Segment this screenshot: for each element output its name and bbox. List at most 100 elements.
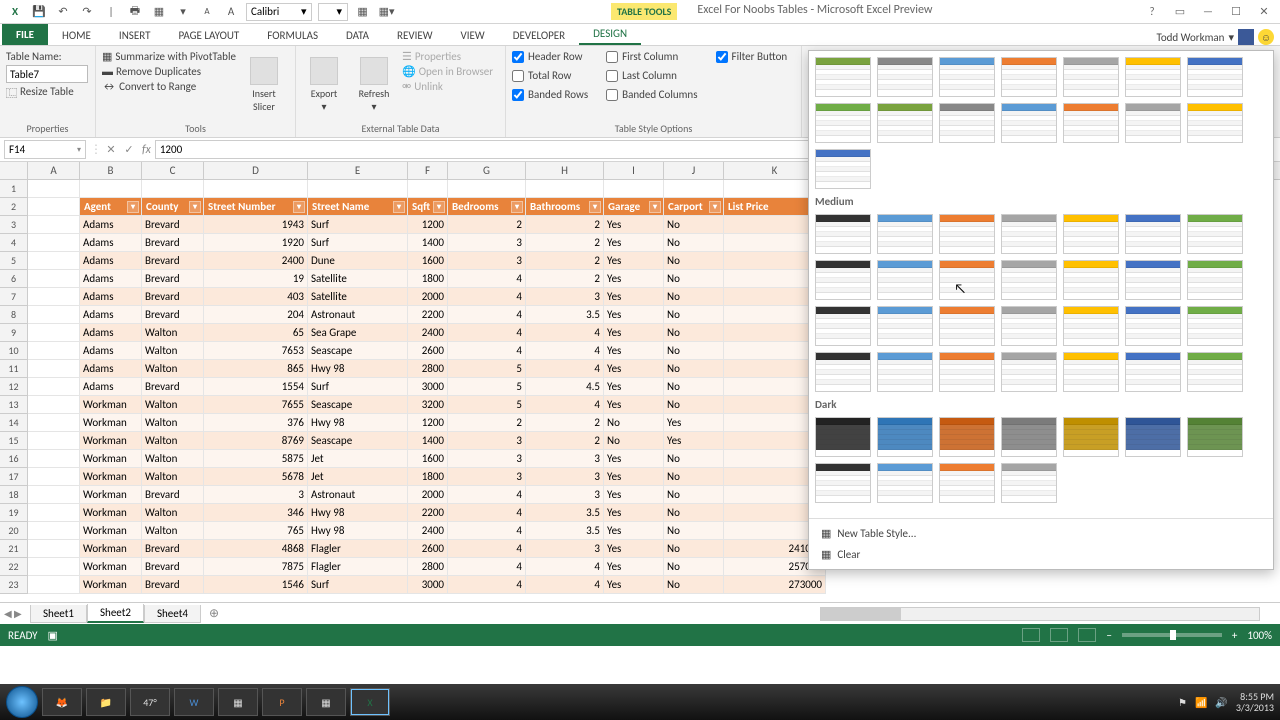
table-cell[interactable]: 3 bbox=[448, 252, 526, 270]
table-style-swatch[interactable] bbox=[1063, 260, 1119, 300]
col-header[interactable]: A bbox=[28, 162, 80, 179]
table-cell[interactable]: No bbox=[664, 486, 724, 504]
table-cell[interactable]: Yes bbox=[604, 396, 664, 414]
table-style-swatch[interactable] bbox=[815, 306, 871, 346]
table-style-swatch[interactable] bbox=[1001, 306, 1057, 346]
filter-dropdown-icon[interactable]: ▾ bbox=[293, 201, 305, 213]
font-increase-icon[interactable]: A bbox=[222, 3, 240, 21]
table-cell[interactable]: 7875 bbox=[204, 558, 308, 576]
undo-icon[interactable]: ↶ bbox=[54, 3, 72, 21]
table-style-swatch[interactable] bbox=[815, 260, 871, 300]
table-cell[interactable]: Yes bbox=[604, 486, 664, 504]
qat-btn-1[interactable]: ▦ bbox=[354, 3, 372, 21]
table-cell[interactable]: 765 bbox=[204, 522, 308, 540]
table-cell[interactable]: 4868 bbox=[204, 540, 308, 558]
filter-button-checkbox[interactable]: Filter Button bbox=[716, 50, 788, 63]
table-cell[interactable]: 3 bbox=[448, 468, 526, 486]
table-cell[interactable]: Yes bbox=[604, 468, 664, 486]
table-cell[interactable]: No bbox=[664, 234, 724, 252]
taskbar-word-icon[interactable]: W bbox=[174, 688, 214, 716]
table-cell[interactable]: 376 bbox=[204, 414, 308, 432]
table-header[interactable]: Bathrooms▾ bbox=[526, 198, 604, 216]
table-style-swatch[interactable] bbox=[815, 149, 871, 189]
table-cell[interactable]: Sea Grape bbox=[308, 324, 408, 342]
table-cell[interactable]: 2 bbox=[526, 252, 604, 270]
table-cell[interactable]: Yes bbox=[604, 234, 664, 252]
table-cell[interactable]: No bbox=[664, 342, 724, 360]
table-cell[interactable]: Flagler bbox=[308, 540, 408, 558]
table-cell[interactable]: 19 bbox=[204, 270, 308, 288]
table-cell[interactable]: Yes bbox=[604, 576, 664, 594]
table-cell[interactable]: 2000 bbox=[408, 486, 448, 504]
zoom-in-icon[interactable]: + bbox=[1232, 629, 1237, 642]
table-cell[interactable]: 5 bbox=[448, 396, 526, 414]
table-cell[interactable]: Walton bbox=[142, 360, 204, 378]
table-cell[interactable]: 4 bbox=[448, 576, 526, 594]
table-cell[interactable]: 5678 bbox=[204, 468, 308, 486]
table-cell[interactable]: Brevard bbox=[142, 576, 204, 594]
table-style-swatch[interactable] bbox=[1125, 214, 1181, 254]
table-style-swatch[interactable] bbox=[1187, 260, 1243, 300]
insert-slicer-button[interactable]: Insert Slicer bbox=[242, 50, 286, 120]
table-style-swatch[interactable] bbox=[1187, 417, 1243, 457]
table-cell[interactable]: Adams bbox=[80, 270, 142, 288]
font-size-combo[interactable]: ▾ bbox=[318, 3, 348, 21]
new-table-style-button[interactable]: ▦New Table Style... bbox=[813, 523, 1269, 544]
qat-more-icon[interactable]: ▾ bbox=[174, 3, 192, 21]
table-cell[interactable]: 3 bbox=[448, 432, 526, 450]
table-style-swatch[interactable] bbox=[1001, 417, 1057, 457]
first-column-checkbox[interactable]: First Column bbox=[606, 50, 697, 63]
filter-dropdown-icon[interactable]: ▾ bbox=[589, 201, 601, 213]
table-cell[interactable]: Yes bbox=[604, 504, 664, 522]
table-style-swatch[interactable] bbox=[1125, 260, 1181, 300]
tray-network-icon[interactable]: 📶 bbox=[1195, 696, 1207, 709]
table-style-swatch[interactable] bbox=[1063, 352, 1119, 392]
table-cell[interactable]: Brevard bbox=[142, 252, 204, 270]
table-cell[interactable]: 2200 bbox=[408, 504, 448, 522]
table-cell[interactable]: 2600 bbox=[408, 342, 448, 360]
table-cell[interactable]: Walton bbox=[142, 504, 204, 522]
table-cell[interactable]: 3.5 bbox=[526, 306, 604, 324]
page-break-view-icon[interactable] bbox=[1078, 628, 1096, 642]
table-style-swatch[interactable] bbox=[877, 306, 933, 346]
table-cell[interactable]: 2 bbox=[526, 216, 604, 234]
table-style-swatch[interactable] bbox=[1063, 417, 1119, 457]
table-cell[interactable]: 4.5 bbox=[526, 378, 604, 396]
tab-insert[interactable]: INSERT bbox=[105, 26, 165, 45]
table-cell[interactable]: Adams bbox=[80, 324, 142, 342]
table-style-swatch[interactable] bbox=[1063, 57, 1119, 97]
table-cell[interactable]: 5875 bbox=[204, 450, 308, 468]
table-cell[interactable]: 4 bbox=[526, 342, 604, 360]
tab-view[interactable]: VIEW bbox=[447, 26, 499, 45]
table-cell[interactable]: 3 bbox=[526, 486, 604, 504]
table-cell[interactable]: Workman bbox=[80, 576, 142, 594]
table-header[interactable]: Street Number▾ bbox=[204, 198, 308, 216]
table-cell[interactable]: No bbox=[664, 252, 724, 270]
table-cell[interactable]: Yes bbox=[604, 360, 664, 378]
table-cell[interactable]: 5 bbox=[448, 360, 526, 378]
col-header[interactable]: H bbox=[526, 162, 604, 179]
tab-formulas[interactable]: FORMULAS bbox=[253, 26, 332, 45]
table-cell[interactable]: Brevard bbox=[142, 558, 204, 576]
table-cell[interactable]: Adams bbox=[80, 216, 142, 234]
col-header[interactable]: I bbox=[604, 162, 664, 179]
table-header[interactable]: Carport▾ bbox=[664, 198, 724, 216]
table-cell[interactable]: Walton bbox=[142, 522, 204, 540]
table-cell[interactable]: No bbox=[664, 288, 724, 306]
col-header[interactable]: J bbox=[664, 162, 724, 179]
table-cell[interactable]: Yes bbox=[604, 558, 664, 576]
tab-file[interactable]: FILE bbox=[2, 24, 48, 45]
table-cell[interactable]: Surf bbox=[308, 234, 408, 252]
table-cell[interactable]: 2 bbox=[526, 414, 604, 432]
col-header[interactable]: G bbox=[448, 162, 526, 179]
table-cell[interactable]: 2 bbox=[526, 270, 604, 288]
table-cell[interactable]: Jet bbox=[308, 468, 408, 486]
table-style-swatch[interactable] bbox=[939, 57, 995, 97]
taskbar-explorer-icon[interactable]: 📁 bbox=[86, 688, 126, 716]
table-cell[interactable]: Seascape bbox=[308, 396, 408, 414]
table-cell[interactable]: 1200 bbox=[408, 414, 448, 432]
table-cell[interactable]: Adams bbox=[80, 288, 142, 306]
table-style-swatch[interactable] bbox=[1187, 306, 1243, 346]
qat-btn-2[interactable]: ▦▾ bbox=[378, 3, 396, 21]
table-style-swatch[interactable] bbox=[1001, 352, 1057, 392]
